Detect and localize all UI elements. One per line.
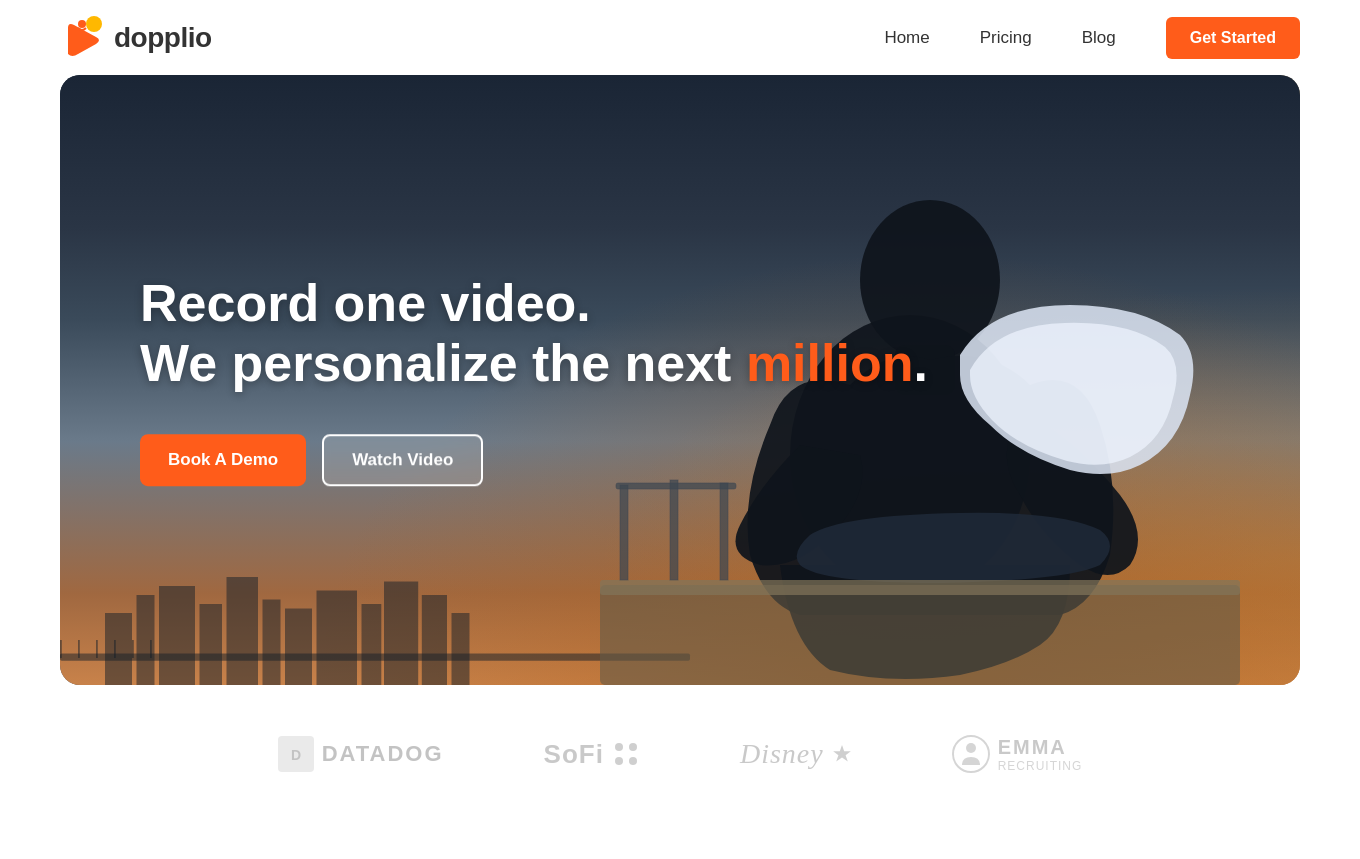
book-demo-button[interactable]: Book A Demo — [140, 434, 306, 486]
svg-point-35 — [629, 757, 637, 765]
svg-rect-20 — [150, 640, 152, 658]
svg-point-33 — [629, 743, 637, 751]
disney-logo: Disney — [740, 738, 852, 770]
svg-text:D: D — [291, 747, 301, 763]
emma-logo-name: EMMA — [998, 736, 1083, 759]
hero-title-prefix: We personalize the next — [140, 334, 746, 392]
emma-logo-sub: RECRUITING — [998, 759, 1083, 773]
sofi-dots-icon — [612, 740, 640, 768]
svg-rect-19 — [132, 640, 134, 658]
svg-rect-28 — [720, 483, 728, 580]
svg-rect-8 — [285, 609, 312, 686]
svg-point-38 — [966, 743, 976, 753]
svg-rect-13 — [452, 613, 470, 685]
emma-logo-text-block: EMMA RECRUITING — [998, 736, 1083, 773]
sofi-logo-text: SoFi — [544, 739, 604, 770]
svg-rect-15 — [60, 640, 62, 658]
svg-rect-4 — [159, 586, 195, 685]
svg-rect-17 — [96, 640, 98, 658]
datadog-logo-icon: D — [278, 736, 314, 772]
svg-rect-9 — [317, 591, 358, 686]
logo-text: dopplio — [114, 22, 212, 54]
hero-title-line2: We personalize the next million. — [140, 334, 928, 394]
svg-rect-6 — [227, 577, 259, 685]
svg-rect-7 — [263, 600, 281, 686]
svg-rect-18 — [114, 640, 116, 658]
svg-rect-2 — [105, 613, 132, 685]
disney-logo-text: Disney — [740, 738, 824, 770]
svg-rect-16 — [78, 640, 80, 658]
datadog-logo-text: DATADOG — [322, 741, 444, 767]
hero-section: Record one video. We personalize the nex… — [60, 75, 1300, 685]
svg-point-0 — [86, 16, 102, 32]
emma-logo: EMMA RECRUITING — [952, 735, 1083, 773]
logo[interactable]: dopplio — [60, 14, 212, 62]
hero-buttons: Book A Demo Watch Video — [140, 434, 928, 486]
svg-point-37 — [953, 736, 989, 772]
disney-star-icon — [832, 744, 852, 764]
nav-blog[interactable]: Blog — [1082, 28, 1116, 48]
nav-home[interactable]: Home — [884, 28, 929, 48]
svg-rect-25 — [600, 580, 1240, 595]
logo-icon — [60, 14, 108, 62]
svg-rect-24 — [600, 585, 1240, 685]
nav-pricing[interactable]: Pricing — [980, 28, 1032, 48]
svg-point-32 — [615, 743, 623, 751]
svg-rect-12 — [422, 595, 447, 685]
svg-rect-5 — [200, 604, 223, 685]
svg-point-34 — [615, 757, 623, 765]
sofi-logo: SoFi — [544, 739, 640, 770]
svg-rect-10 — [362, 604, 382, 685]
logos-section: D DATADOG SoFi Disney EMMA RECRUITING — [0, 685, 1360, 823]
navbar: dopplio Home Pricing Blog Get Started — [0, 0, 1360, 75]
svg-rect-11 — [384, 582, 418, 686]
hero-content: Record one video. We personalize the nex… — [140, 274, 928, 486]
hero-title-accent: million — [746, 334, 914, 392]
nav-links: Home Pricing Blog Get Started — [884, 17, 1300, 59]
svg-rect-26 — [620, 485, 628, 580]
hero-title-suffix: . — [913, 334, 927, 392]
datadog-logo: D DATADOG — [278, 736, 444, 772]
get-started-button[interactable]: Get Started — [1166, 17, 1300, 59]
watch-video-button[interactable]: Watch Video — [322, 434, 483, 486]
svg-marker-36 — [833, 745, 851, 762]
emma-logo-icon — [952, 735, 990, 773]
svg-rect-27 — [670, 480, 678, 580]
svg-point-1 — [78, 20, 86, 28]
hero-title-line1: Record one video. — [140, 274, 928, 334]
